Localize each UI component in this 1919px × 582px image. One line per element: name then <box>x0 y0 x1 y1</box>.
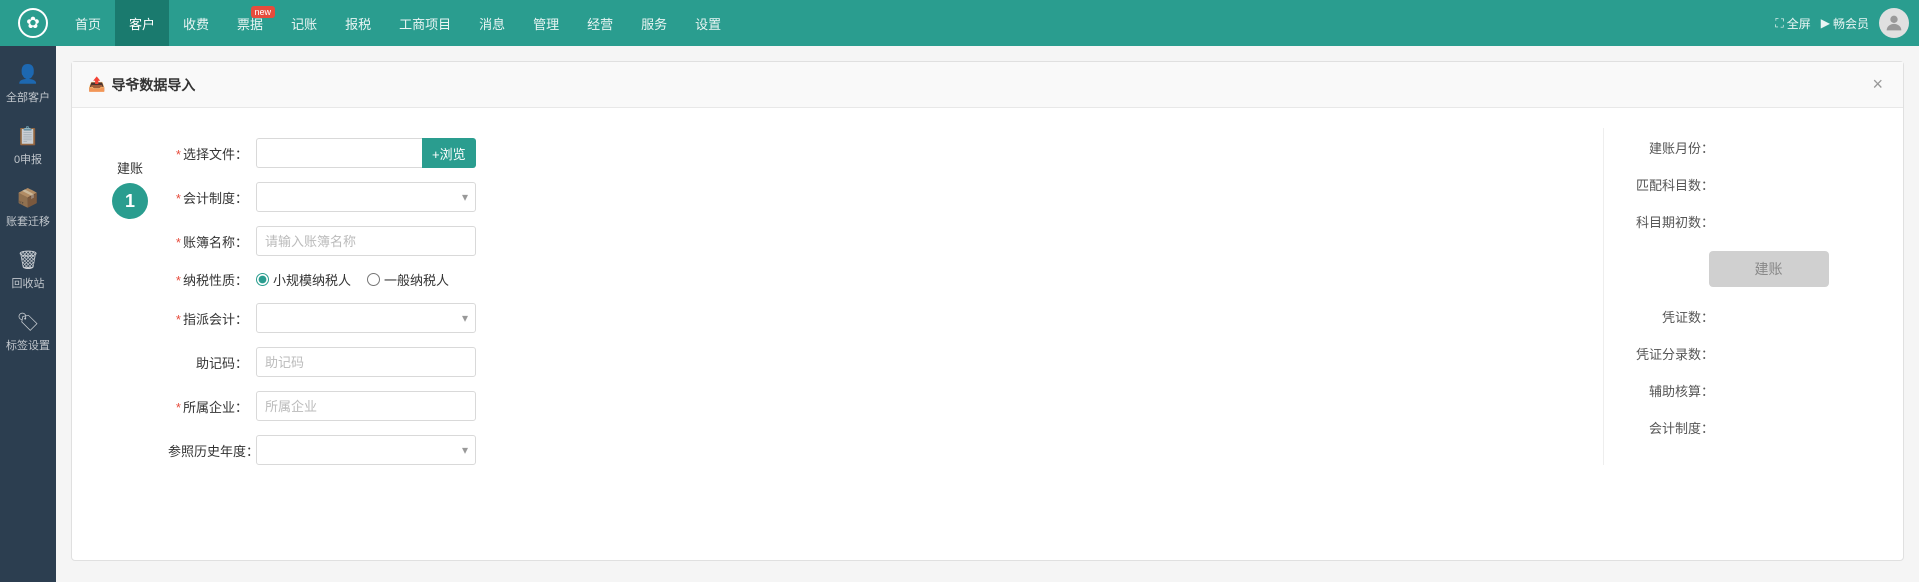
nav-item-fee[interactable]: 收费 <box>169 0 223 46</box>
nav-item-tax[interactable]: 报税 <box>331 0 385 46</box>
tax-small-radio[interactable] <box>256 273 269 286</box>
nav-item-bookkeeping[interactable]: 记账 <box>277 0 331 46</box>
memo-code-input[interactable] <box>256 347 476 377</box>
auxiliary-row: 辅助核算： <box>1624 381 1863 400</box>
dialog-header: 📤 导爷数据导入 × <box>72 62 1903 108</box>
nav-badge-new: new <box>251 6 276 18</box>
trash-icon: 🗑 <box>17 250 40 271</box>
account-migration-icon: 📦 <box>17 188 39 209</box>
memo-code-label: 助记码： <box>168 353 248 372</box>
nav-items: 首页 客户 收费 票据 new 记账 报税 工商项目 消息 管理 经营 服务 设… <box>61 0 1775 46</box>
file-select-row: *选择文件： +浏览 <box>168 138 1583 168</box>
member-icon: ▶ <box>1821 16 1830 30</box>
dialog-title: 📤 导爷数据导入 <box>88 75 195 95</box>
file-label: *选择文件： <box>168 144 248 163</box>
history-year-select-wrapper <box>256 435 476 465</box>
history-year-select[interactable] <box>256 435 476 465</box>
sidebar-item-account-migration[interactable]: 📦 账套迁移 <box>0 180 56 237</box>
logo-icon: ✿ <box>18 8 48 38</box>
voucher-count-row: 凭证数： <box>1624 307 1863 326</box>
tag-settings-icon: 🏷 <box>17 312 40 333</box>
sidebar-item-all-clients[interactable]: 👤 全部客户 <box>0 56 56 113</box>
dialog-body: 建账 1 *选择文件： +浏览 <box>72 108 1903 485</box>
ledger-name-row: *账簿名称： <box>168 226 1583 256</box>
nav-item-manage[interactable]: 管理 <box>519 0 573 46</box>
nav-item-client[interactable]: 客户 <box>115 0 169 46</box>
accountant-row: *指派会计： <box>168 303 1583 333</box>
sidebar-item-tag-settings[interactable]: 🏷 标签设置 <box>0 304 56 361</box>
dialog-close-button[interactable]: × <box>1868 74 1887 95</box>
nav-item-home[interactable]: 首页 <box>61 0 115 46</box>
subjects-period-label: 科目期初数： <box>1624 212 1714 231</box>
company-label: *所属企业： <box>168 397 248 416</box>
sidebar-item-zero-declaration[interactable]: 📋 0申报 <box>0 118 56 175</box>
build-account-button[interactable]: 建账 <box>1709 251 1829 287</box>
ledger-name-label: *账簿名称： <box>168 232 248 251</box>
top-navigation: ✿ 首页 客户 收费 票据 new 记账 报税 工商项目 消息 管理 经营 服务… <box>0 0 1919 46</box>
tax-type-row: *纳税性质： 小规模纳税人 一般纳税人 <box>168 270 1583 289</box>
auxiliary-label: 辅助核算： <box>1624 381 1714 400</box>
file-input-group: +浏览 <box>256 138 476 168</box>
user-avatar[interactable] <box>1879 8 1909 38</box>
accountant-select-wrapper <box>256 303 476 333</box>
accountant-label: *指派会计： <box>168 309 248 328</box>
company-input[interactable] <box>256 391 476 421</box>
voucher-entries-row: 凭证分录数： <box>1624 344 1863 363</box>
form-fields: *选择文件： +浏览 *会计制度： <box>168 128 1583 465</box>
step-circle: 1 <box>112 183 148 219</box>
browse-button[interactable]: +浏览 <box>422 138 476 168</box>
main-layout: 👤 全部客户 📋 0申报 📦 账套迁移 🗑 回收站 🏷 标签设置 📤 导爷 <box>0 46 1919 582</box>
step-indicator: 建账 1 <box>112 128 148 219</box>
main-content: 📤 导爷数据导入 × 建账 1 * <box>56 46 1919 582</box>
nav-item-service[interactable]: 服务 <box>627 0 681 46</box>
sidebar: 👤 全部客户 📋 0申报 📦 账套迁移 🗑 回收站 🏷 标签设置 <box>0 46 56 582</box>
accounting-system-select-wrapper <box>256 182 476 212</box>
build-month-label: 建账月份： <box>1624 138 1714 157</box>
sidebar-item-trash[interactable]: 🗑 回收站 <box>0 242 56 299</box>
accountant-select[interactable] <box>256 303 476 333</box>
company-row: *所属企业： <box>168 391 1583 421</box>
history-year-row: 参照历史年度： <box>168 435 1583 465</box>
voucher-entries-label: 凭证分录数： <box>1624 344 1714 363</box>
accounting-system-select[interactable] <box>256 182 476 212</box>
nav-item-operation[interactable]: 经营 <box>573 0 627 46</box>
history-year-label: 参照历史年度： <box>168 441 248 460</box>
accounting-system-label: *会计制度： <box>168 188 248 207</box>
build-month-row: 建账月份： <box>1624 138 1863 157</box>
tax-small-option[interactable]: 小规模纳税人 <box>256 270 351 289</box>
import-dialog: 📤 导爷数据导入 × 建账 1 * <box>71 61 1904 561</box>
nav-item-message[interactable]: 消息 <box>465 0 519 46</box>
info-accounting-system-label: 会计制度： <box>1624 418 1714 437</box>
info-accounting-system-row: 会计制度： <box>1624 418 1863 437</box>
accounting-system-row: *会计制度： <box>168 182 1583 212</box>
member-button[interactable]: ▶ 畅会员 <box>1821 15 1869 32</box>
tax-type-radio-group: 小规模纳税人 一般纳税人 <box>256 270 449 289</box>
all-clients-icon: 👤 <box>17 64 39 85</box>
nav-item-invoice[interactable]: 票据 new <box>223 0 277 46</box>
match-subjects-row: 匹配科目数： <box>1624 175 1863 194</box>
tax-general-radio[interactable] <box>367 273 380 286</box>
tax-type-label: *纳税性质： <box>168 270 248 289</box>
fullscreen-icon: ⛶ <box>1775 16 1783 31</box>
nav-item-settings[interactable]: 设置 <box>681 0 735 46</box>
file-input[interactable] <box>256 138 422 168</box>
memo-code-row: 助记码： <box>168 347 1583 377</box>
nav-item-business[interactable]: 工商项目 <box>385 0 465 46</box>
ledger-name-input[interactable] <box>256 226 476 256</box>
form-section: 建账 1 *选择文件： +浏览 <box>112 128 1583 465</box>
info-section: 建账月份： 匹配科目数： 科目期初数： 建账 <box>1603 128 1863 465</box>
voucher-count-label: 凭证数： <box>1624 307 1714 326</box>
nav-right: ⛶ 全屏 ▶ 畅会员 <box>1775 8 1909 38</box>
subjects-period-row: 科目期初数： <box>1624 212 1863 231</box>
tax-general-option[interactable]: 一般纳税人 <box>367 270 449 289</box>
app-logo: ✿ <box>10 0 56 46</box>
step-label: 建账 <box>117 158 143 177</box>
match-subjects-label: 匹配科目数： <box>1624 175 1714 194</box>
zero-declaration-icon: 📋 <box>17 126 39 147</box>
fullscreen-button[interactable]: ⛶ 全屏 <box>1775 15 1810 32</box>
import-icon: 📤 <box>88 76 105 93</box>
